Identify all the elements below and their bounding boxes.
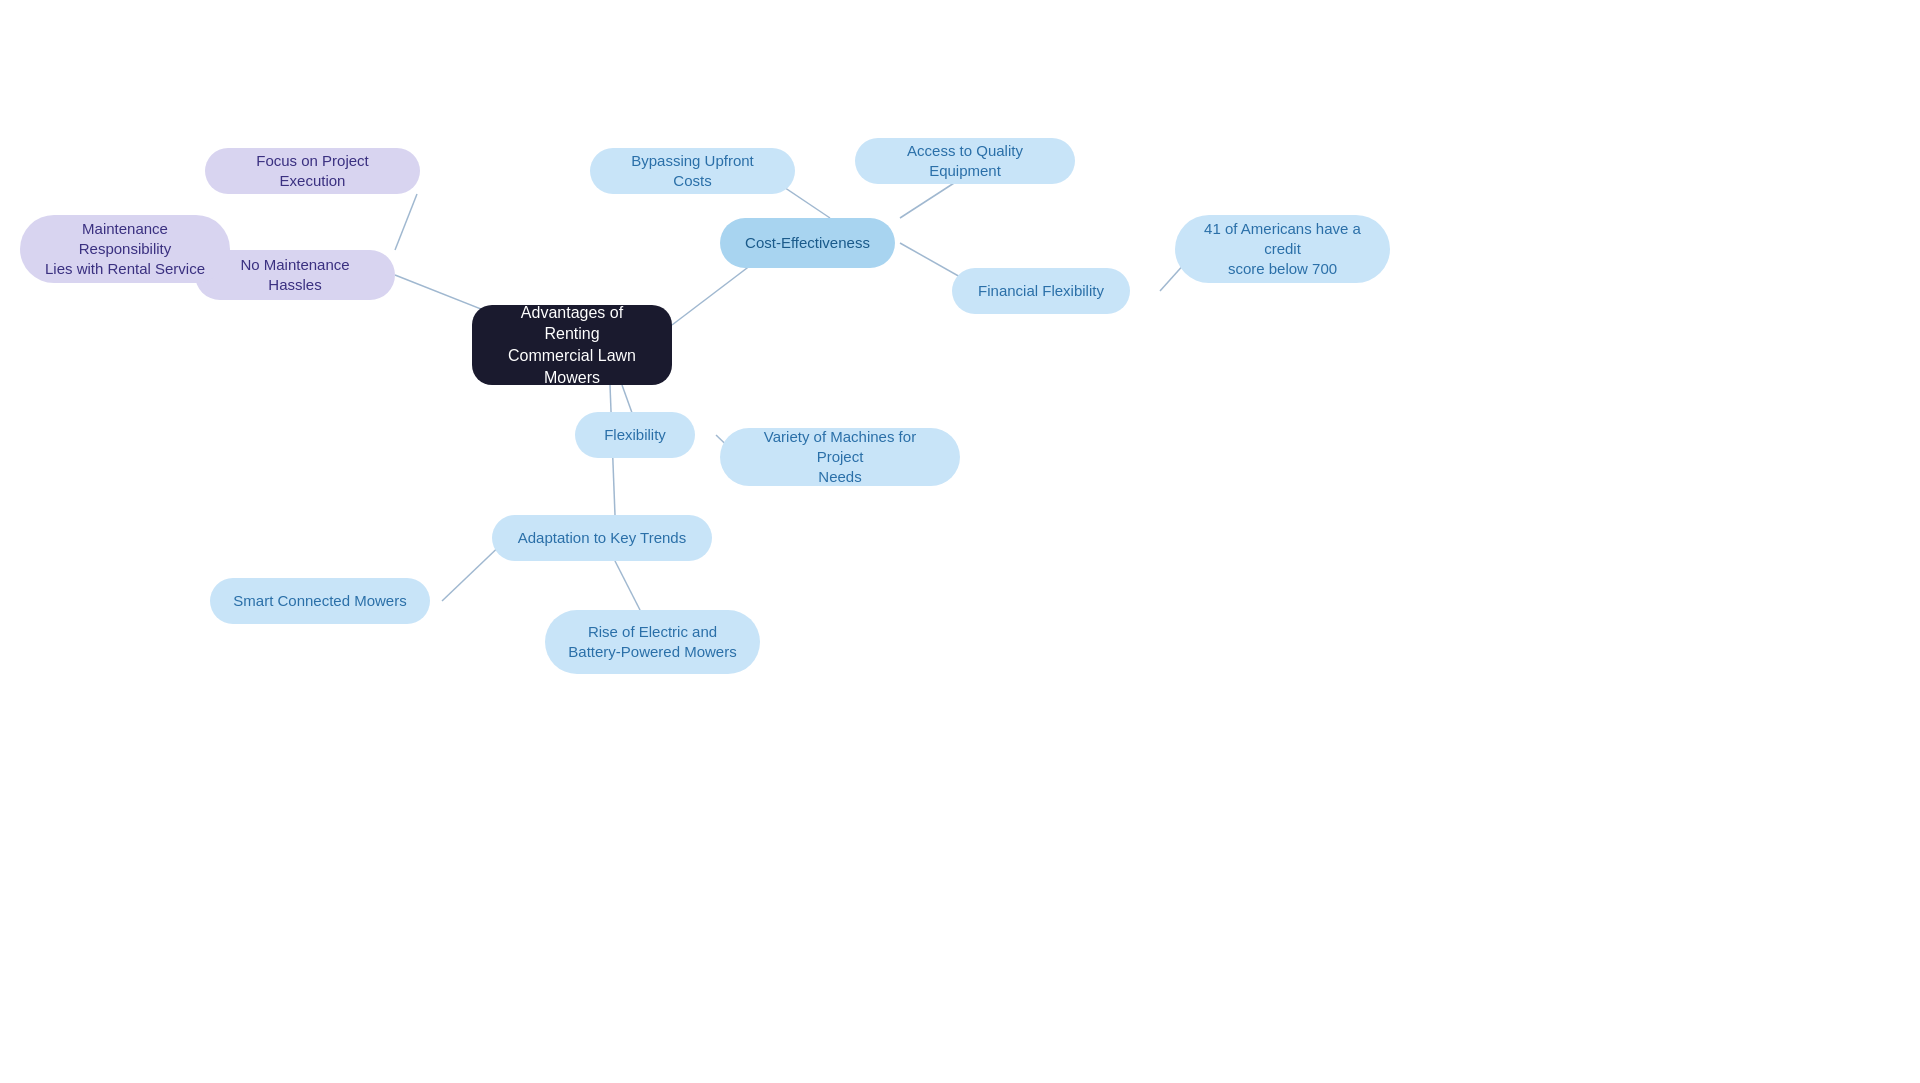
- svg-line-12: [615, 561, 640, 610]
- maintenance-resp-label: Maintenance Responsibility Lies with Ren…: [42, 219, 208, 280]
- center-label: Advantages of Renting Commercial Lawn Mo…: [494, 302, 650, 388]
- financial-flexibility-node: Financial Flexibility: [952, 268, 1130, 314]
- bypassing-upfront-label: Bypassing Upfront Costs: [612, 151, 773, 192]
- smart-connected-label: Smart Connected Mowers: [233, 591, 406, 611]
- access-quality-label: Access to Quality Equipment: [877, 141, 1053, 182]
- flexibility-label: Flexibility: [604, 425, 666, 445]
- variety-machines-node: Variety of Machines for Project Needs: [720, 428, 960, 486]
- adaptation-trends-label: Adaptation to Key Trends: [518, 528, 686, 548]
- focus-on-project-node: Focus on Project Execution: [205, 148, 420, 194]
- rise-electric-label: Rise of Electric and Battery-Powered Mow…: [568, 622, 736, 663]
- flexibility-node: Flexibility: [575, 412, 695, 458]
- cost-effectiveness-label: Cost-Effectiveness: [745, 233, 870, 253]
- mindmap-container: Advantages of Renting Commercial Lawn Mo…: [0, 0, 1920, 1083]
- variety-machines-label: Variety of Machines for Project Needs: [742, 427, 938, 488]
- adaptation-trends-node: Adaptation to Key Trends: [492, 515, 712, 561]
- credit-score-node: 41 of Americans have a credit score belo…: [1175, 215, 1390, 283]
- rise-electric-node: Rise of Electric and Battery-Powered Mow…: [545, 610, 760, 674]
- focus-project-label: Focus on Project Execution: [227, 151, 398, 192]
- svg-line-1: [395, 194, 417, 250]
- bypassing-upfront-node: Bypassing Upfront Costs: [590, 148, 795, 194]
- credit-score-label: 41 of Americans have a credit score belo…: [1197, 219, 1368, 280]
- financial-flexibility-label: Financial Flexibility: [978, 281, 1104, 301]
- smart-connected-node: Smart Connected Mowers: [210, 578, 430, 624]
- access-quality-node: Access to Quality Equipment: [855, 138, 1075, 184]
- maintenance-responsibility-node: Maintenance Responsibility Lies with Ren…: [20, 215, 230, 283]
- cost-effectiveness-node: Cost-Effectiveness: [720, 218, 895, 268]
- no-maintenance-label: No Maintenance Hassles: [217, 255, 373, 296]
- center-node: Advantages of Renting Commercial Lawn Mo…: [472, 305, 672, 385]
